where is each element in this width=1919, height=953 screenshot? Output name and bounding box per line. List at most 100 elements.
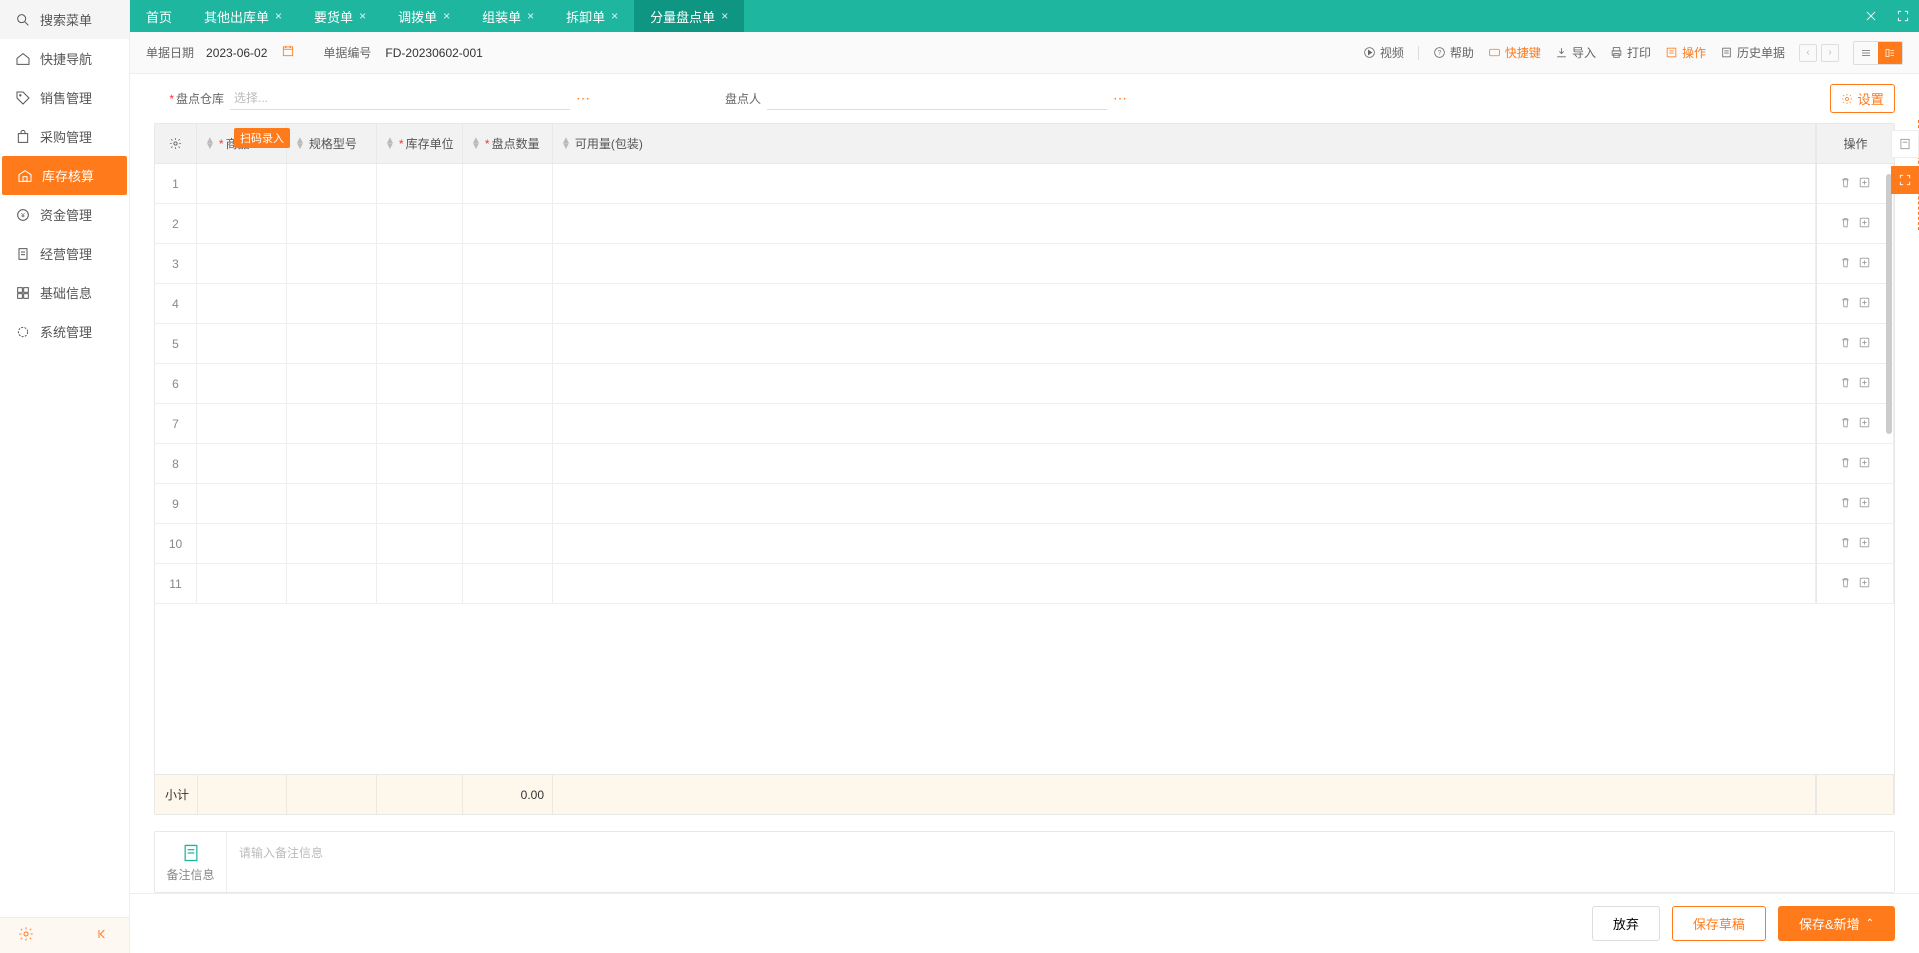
cell-avail[interactable] — [553, 164, 1816, 203]
sidebar-item-system[interactable]: 系统管理 — [0, 312, 129, 351]
sidebar-item-search[interactable]: 搜索菜单 — [0, 0, 129, 39]
table-row[interactable]: 10 — [155, 524, 1894, 564]
add-icon[interactable] — [1858, 456, 1871, 472]
delete-icon[interactable] — [1839, 176, 1852, 192]
sidebar-item-funds[interactable]: ¥ 资金管理 — [0, 195, 129, 234]
cell-avail[interactable] — [553, 324, 1816, 363]
close-all-button[interactable] — [1855, 0, 1887, 32]
th-avail[interactable]: ▲▼可用量(包装) — [553, 124, 1816, 163]
cell-unit[interactable] — [377, 244, 463, 283]
cell-qty[interactable] — [463, 404, 553, 443]
cell-product[interactable] — [197, 164, 287, 203]
cell-qty[interactable] — [463, 484, 553, 523]
cell-spec[interactable] — [287, 244, 377, 283]
sidebar-item-management[interactable]: 经营管理 — [0, 234, 129, 273]
cell-avail[interactable] — [553, 204, 1816, 243]
cell-avail[interactable] — [553, 404, 1816, 443]
help-button[interactable]: ?帮助 — [1433, 44, 1474, 61]
prev-button[interactable]: ‹ — [1799, 44, 1817, 62]
cell-qty[interactable] — [463, 364, 553, 403]
cell-product[interactable] — [197, 324, 287, 363]
discard-button[interactable]: 放弃 — [1592, 906, 1660, 941]
close-icon[interactable]: × — [443, 9, 450, 23]
next-button[interactable]: › — [1821, 44, 1839, 62]
tab-transfer[interactable]: 调拨单× — [382, 0, 466, 32]
sort-icon[interactable]: ▲▼ — [385, 138, 395, 150]
cell-spec[interactable] — [287, 524, 377, 563]
tab-request[interactable]: 要货单× — [298, 0, 382, 32]
cell-product[interactable] — [197, 404, 287, 443]
add-icon[interactable] — [1858, 336, 1871, 352]
add-icon[interactable] — [1858, 256, 1871, 272]
import-button[interactable]: 导入 — [1555, 44, 1596, 61]
close-icon[interactable]: × — [527, 9, 534, 23]
cell-qty[interactable] — [463, 324, 553, 363]
cell-product[interactable] — [197, 564, 287, 603]
history-button[interactable]: 历史单据 — [1720, 44, 1785, 61]
remark-input[interactable] — [227, 832, 1894, 892]
sort-icon[interactable]: ▲▼ — [471, 138, 481, 150]
cell-unit[interactable] — [377, 324, 463, 363]
delete-icon[interactable] — [1839, 456, 1852, 472]
cell-qty[interactable] — [463, 164, 553, 203]
cell-avail[interactable] — [553, 564, 1816, 603]
cell-spec[interactable] — [287, 484, 377, 523]
table-row[interactable]: 9 — [155, 484, 1894, 524]
add-icon[interactable] — [1858, 536, 1871, 552]
tab-partial-count[interactable]: 分量盘点单× — [634, 0, 744, 32]
add-icon[interactable] — [1858, 216, 1871, 232]
cell-unit[interactable] — [377, 284, 463, 323]
add-icon[interactable] — [1858, 576, 1871, 592]
th-unit[interactable]: ▲▼*库存单位 — [377, 124, 463, 163]
settings-button[interactable]: 设置 — [1830, 84, 1895, 113]
cell-spec[interactable] — [287, 364, 377, 403]
video-button[interactable]: 视频 — [1363, 44, 1404, 61]
collapse-icon[interactable] — [95, 926, 111, 945]
date-value[interactable]: 2023-06-02 — [206, 46, 267, 60]
cell-qty[interactable] — [463, 444, 553, 483]
tab-disassemble[interactable]: 拆卸单× — [550, 0, 634, 32]
sort-icon[interactable]: ▲▼ — [561, 138, 571, 150]
table-row[interactable]: 1 — [155, 164, 1894, 204]
table-row[interactable]: 2 — [155, 204, 1894, 244]
scan-badge[interactable]: 扫码录入 — [234, 128, 290, 148]
delete-icon[interactable] — [1839, 496, 1852, 512]
cell-spec[interactable] — [287, 164, 377, 203]
tab-other-outbound[interactable]: 其他出库单× — [188, 0, 298, 32]
cell-spec[interactable] — [287, 284, 377, 323]
cell-product[interactable] — [197, 364, 287, 403]
cell-unit[interactable] — [377, 564, 463, 603]
sort-icon[interactable]: ▲▼ — [205, 138, 215, 150]
cell-qty[interactable] — [463, 284, 553, 323]
table-row[interactable]: 3 — [155, 244, 1894, 284]
cell-spec[interactable] — [287, 444, 377, 483]
cell-product[interactable] — [197, 204, 287, 243]
add-icon[interactable] — [1858, 496, 1871, 512]
shortcut-button[interactable]: 快捷键 — [1488, 44, 1541, 61]
close-icon[interactable]: × — [275, 9, 282, 23]
table-row[interactable]: 7 — [155, 404, 1894, 444]
add-icon[interactable] — [1858, 296, 1871, 312]
more-icon[interactable]: ⋯ — [576, 90, 591, 107]
th-qty[interactable]: ▲▼*盘点数量 — [463, 124, 553, 163]
action-button[interactable]: 操作 — [1665, 44, 1706, 61]
person-input[interactable] — [767, 87, 1107, 110]
close-icon[interactable]: × — [721, 9, 728, 23]
sidebar-item-quicknav[interactable]: 快捷导航 — [0, 39, 129, 78]
cell-unit[interactable] — [377, 484, 463, 523]
close-icon[interactable]: × — [611, 9, 618, 23]
table-row[interactable]: 5 — [155, 324, 1894, 364]
sidebar-item-inventory[interactable]: 库存核算 — [2, 156, 127, 195]
cell-spec[interactable] — [287, 324, 377, 363]
cell-unit[interactable] — [377, 164, 463, 203]
cell-product[interactable] — [197, 284, 287, 323]
table-row[interactable]: 11 — [155, 564, 1894, 604]
cell-spec[interactable] — [287, 404, 377, 443]
sidebar-item-purchase[interactable]: 采购管理 — [0, 117, 129, 156]
cell-qty[interactable] — [463, 244, 553, 283]
th-spec[interactable]: ▲▼规格型号 — [287, 124, 377, 163]
cell-unit[interactable] — [377, 444, 463, 483]
cell-unit[interactable] — [377, 404, 463, 443]
delete-icon[interactable] — [1839, 336, 1852, 352]
cell-qty[interactable] — [463, 564, 553, 603]
